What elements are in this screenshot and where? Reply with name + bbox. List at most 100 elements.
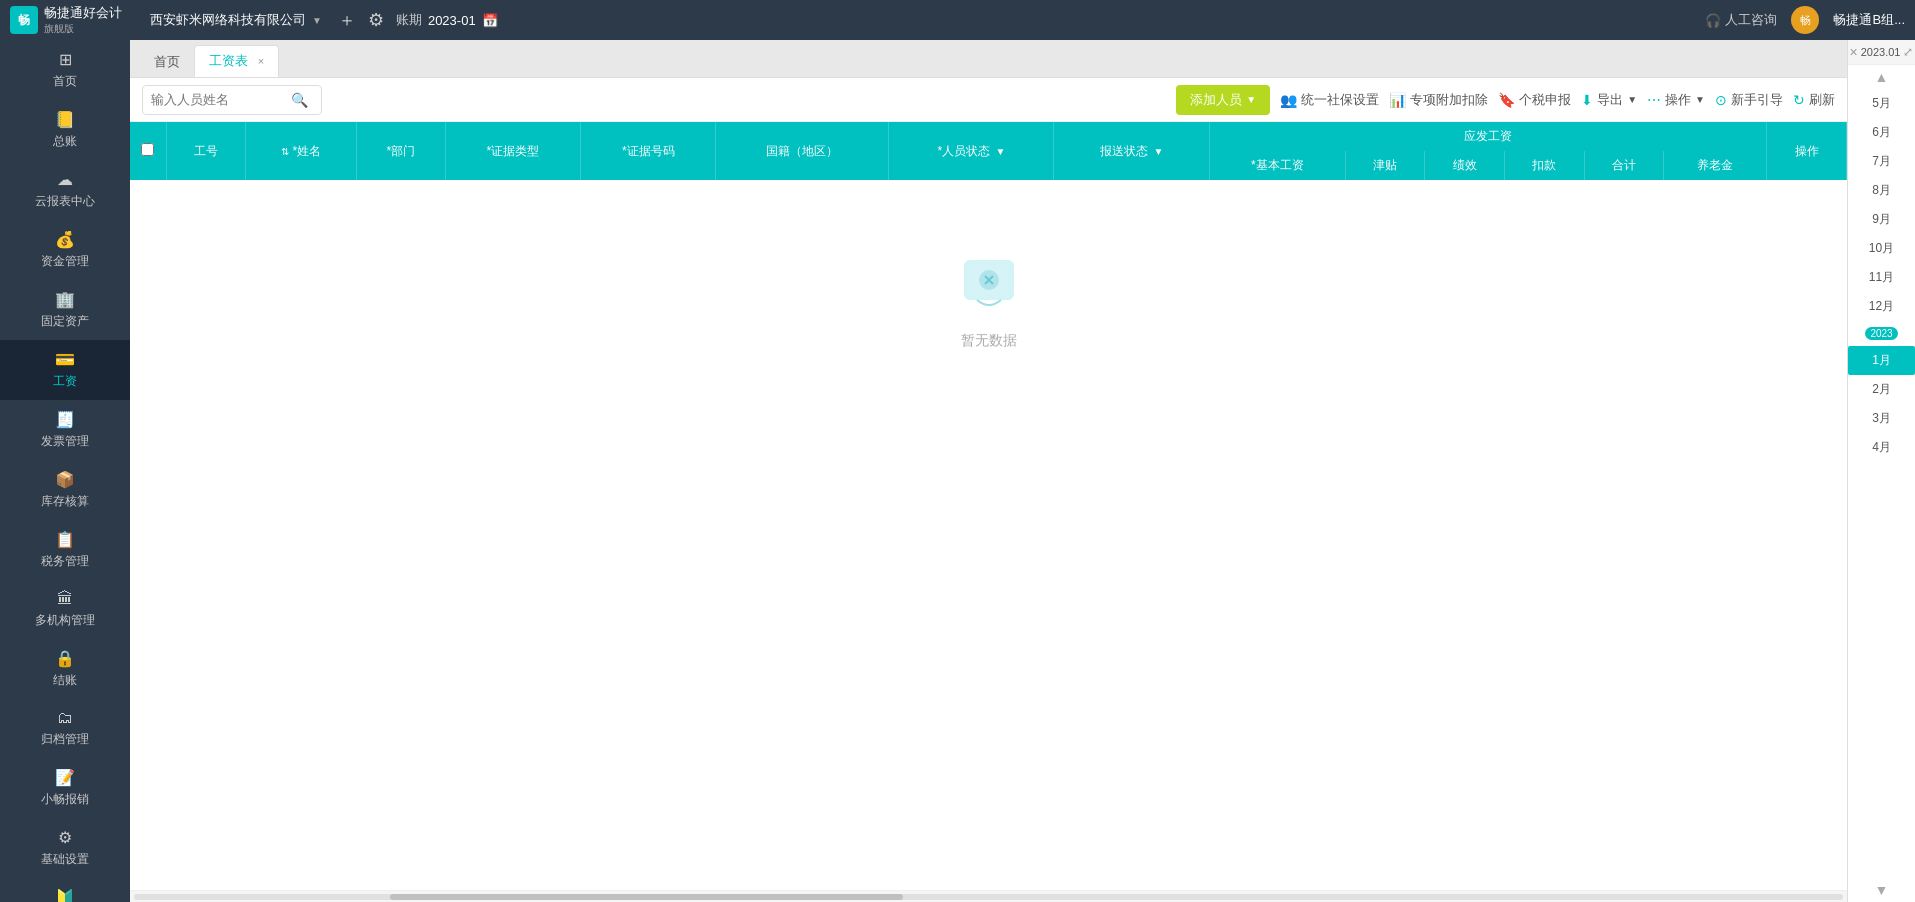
header-dept: *部门 (356, 122, 445, 180)
special-deduction-btn[interactable]: 📊 专项附加扣除 (1389, 91, 1488, 109)
header-report-status: 报送状态 ▼ (1054, 122, 1210, 180)
company-chevron-icon: ▼ (312, 15, 322, 26)
sidebar-item-multi-org[interactable]: 🏛 多机构管理 (0, 580, 130, 639)
add-dropdown-icon: ▼ (1246, 94, 1256, 105)
empty-state: 暂无数据 (130, 180, 1847, 410)
social-security-btn[interactable]: 👥 统一社保设置 (1280, 91, 1379, 109)
salary-table: 工号 ⇅ *姓名 *部门 *证据类型 *证据号码 国籍（地区） *人员状态 (130, 122, 1847, 180)
company-selector[interactable]: 西安虾米网络科技有限公司 ▼ (150, 11, 322, 29)
scrollbar-track (134, 894, 1843, 900)
period-value: 2023-01 (428, 13, 476, 28)
table-header-row1: 工号 ⇅ *姓名 *部门 *证据类型 *证据号码 国籍（地区） *人员状态 (130, 122, 1847, 151)
sidebar-item-settings[interactable]: ⚙ 基础设置 (0, 818, 130, 878)
page-content: 🔍 添加人员 ▼ 👥 统一社保设置 📊 专项附加扣除 🔖 个 (130, 78, 1847, 902)
cloud-icon: ☁ (57, 170, 73, 189)
search-wrap[interactable]: 🔍 (142, 85, 322, 115)
header-name: ⇅ *姓名 (246, 122, 357, 180)
service-button[interactable]: 🎧 人工咨询 (1705, 11, 1777, 29)
top-header: 畅 畅捷通好会计 旗舰版 西安虾米网络科技有限公司 ▼ ＋ ⚙ 账期 2023-… (0, 0, 1915, 40)
tax-icon: 📋 (55, 530, 75, 549)
date-panel-close-btn[interactable]: × (1850, 44, 1858, 60)
sidebar-item-close[interactable]: 🔒 结账 (0, 639, 130, 699)
date-panel-expand-btn[interactable]: ⤢ (1903, 45, 1913, 59)
header-pension: 养老金 (1664, 151, 1767, 180)
date-month-12[interactable]: 12月 (1848, 292, 1915, 321)
personal-tax-btn[interactable]: 🔖 个税申报 (1498, 91, 1571, 109)
tab-home[interactable]: 首页 (140, 47, 194, 77)
sidebar-item-expense[interactable]: 📝 小畅报销 (0, 758, 130, 818)
funds-icon: 💰 (55, 230, 75, 249)
date-month-4[interactable]: 4月 (1848, 433, 1915, 462)
archive-icon: 🗂 (57, 709, 73, 727)
sidebar-item-inventory[interactable]: 📦 库存核算 (0, 460, 130, 520)
header-country: 国籍（地区） (716, 122, 889, 180)
ledger-icon: 📒 (55, 110, 75, 129)
sidebar-item-guide[interactable]: 🔰 新手引导 (0, 878, 130, 902)
personal-tax-icon: 🔖 (1498, 92, 1515, 108)
header-allowance: 津贴 (1345, 151, 1425, 180)
date-month-11[interactable]: 11月 (1848, 263, 1915, 292)
operations-icon: ⋯ (1647, 92, 1661, 108)
status-filter-icon[interactable]: ▼ (995, 146, 1005, 157)
date-month-6[interactable]: 6月 (1848, 118, 1915, 147)
header-id-type: *证据类型 (445, 122, 580, 180)
add-person-button[interactable]: 添加人员 ▼ (1176, 85, 1270, 115)
guide-btn[interactable]: ⊙ 新手引导 (1715, 91, 1783, 109)
header-period: 账期 2023-01 📅 (396, 11, 498, 29)
refresh-btn[interactable]: ↻ 刷新 (1793, 91, 1835, 109)
date-panel: × 2023.01 ⤢ ▲ 5月 6月 7月 8月 9月 10月 11月 12月… (1847, 40, 1915, 902)
calendar-icon[interactable]: 📅 (482, 13, 498, 28)
date-month-8[interactable]: 8月 (1848, 176, 1915, 205)
sidebar-item-fixed-assets[interactable]: 🏢 固定资产 (0, 280, 130, 340)
sidebar-item-salary[interactable]: 💳 工资 (0, 340, 130, 400)
period-label: 账期 (396, 11, 422, 29)
empty-text: 暂无数据 (961, 332, 1017, 350)
date-month-7[interactable]: 7月 (1848, 147, 1915, 176)
report-filter-icon[interactable]: ▼ (1154, 146, 1164, 157)
settings-nav-icon: ⚙ (58, 828, 72, 847)
header-id: 工号 (166, 122, 246, 180)
header-status: *人员状态 ▼ (889, 122, 1054, 180)
scrollbar-thumb[interactable] (390, 894, 903, 900)
select-all-checkbox[interactable] (141, 143, 154, 156)
special-deduction-icon: 📊 (1389, 92, 1406, 108)
sidebar-item-tax[interactable]: 📋 税务管理 (0, 520, 130, 580)
add-icon[interactable]: ＋ (338, 8, 356, 32)
content-area: 首页 工资表 × 🔍 添加人员 ▼ 👥 (130, 40, 1847, 902)
app-title: 畅捷通好会计 (44, 4, 122, 22)
social-security-icon: 👥 (1280, 92, 1297, 108)
toolbar: 🔍 添加人员 ▼ 👥 统一社保设置 📊 专项附加扣除 🔖 个 (130, 78, 1847, 122)
search-input[interactable] (151, 92, 291, 107)
tab-salary-table[interactable]: 工资表 × (194, 45, 279, 77)
sidebar-item-invoice[interactable]: 🧾 发票管理 (0, 400, 130, 460)
header-checkbox[interactable] (130, 122, 166, 180)
date-scroll-down-btn[interactable]: ▼ (1848, 878, 1915, 902)
date-month-9[interactable]: 9月 (1848, 205, 1915, 234)
header-deduction: 扣款 (1504, 151, 1584, 180)
sidebar-item-funds[interactable]: 💰 资金管理 (0, 220, 130, 280)
settings-icon[interactable]: ⚙ (368, 9, 384, 31)
date-month-2[interactable]: 2月 (1848, 375, 1915, 404)
date-month-1[interactable]: 1月 (1848, 346, 1915, 375)
user-avatar[interactable]: 畅 (1791, 6, 1819, 34)
header-action: 操作 (1767, 122, 1847, 180)
date-month-10[interactable]: 10月 (1848, 234, 1915, 263)
sidebar-item-home[interactable]: ⊞ 首页 (0, 40, 130, 100)
sort-icon[interactable]: ⇅ (281, 146, 289, 157)
date-month-5[interactable]: 5月 (1848, 89, 1915, 118)
sidebar-item-archive[interactable]: 🗂 归档管理 (0, 699, 130, 758)
export-btn[interactable]: ⬇ 导出 ▼ (1581, 91, 1637, 109)
h-scrollbar[interactable] (130, 890, 1847, 902)
date-scroll-up-btn[interactable]: ▲ (1848, 65, 1915, 89)
date-month-3[interactable]: 3月 (1848, 404, 1915, 433)
guide-icon: 🔰 (55, 888, 75, 902)
sidebar-item-ledger[interactable]: 📒 总账 (0, 100, 130, 160)
sidebar-item-cloud-report[interactable]: ☁ 云报表中心 (0, 160, 130, 220)
empty-illustration (949, 240, 1029, 320)
date-panel-header: × 2023.01 ⤢ (1848, 40, 1915, 65)
tab-close-icon[interactable]: × (258, 55, 264, 67)
headset-icon: 🎧 (1705, 13, 1721, 28)
operations-btn[interactable]: ⋯ 操作 ▼ (1647, 91, 1705, 109)
export-dropdown-icon: ▼ (1627, 94, 1637, 105)
multi-org-icon: 🏛 (57, 590, 73, 608)
